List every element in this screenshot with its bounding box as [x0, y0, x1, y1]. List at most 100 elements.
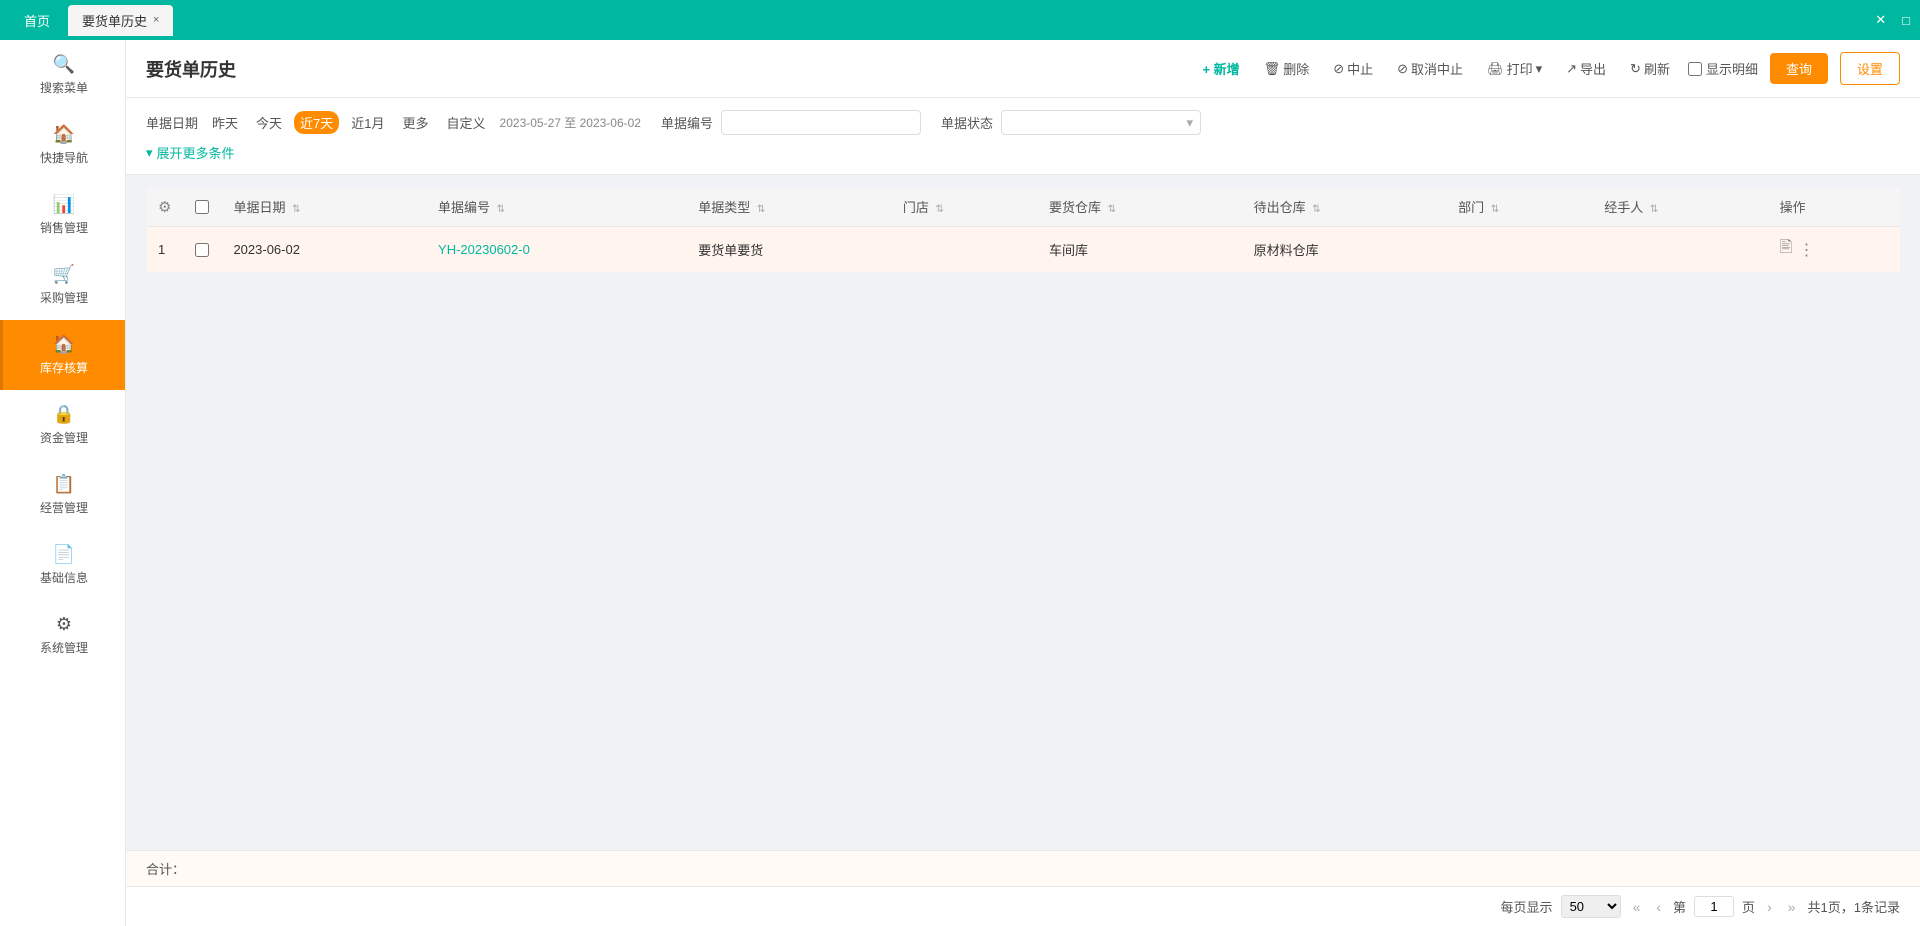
- export-button[interactable]: ↗ 导出: [1560, 55, 1612, 82]
- page-number-input[interactable]: [1694, 896, 1734, 917]
- filter-row: 单据日期 昨天 今天 近7天 近1月 更多 自定义 2023-05-27 至 2…: [146, 110, 1900, 135]
- table-head: ⚙ 单据日期 ⇅ 单据编号 ⇅: [146, 187, 1900, 227]
- prev-page-btn[interactable]: ‹: [1652, 897, 1665, 917]
- refresh-button-label: 刷新: [1644, 59, 1670, 78]
- sort-docno-icon[interactable]: ⇅: [497, 204, 505, 215]
- window-close-icon[interactable]: ✕: [1875, 12, 1886, 28]
- th-settings: ⚙: [146, 187, 183, 227]
- purchase-icon: 🛒: [53, 264, 75, 285]
- sort-store-icon[interactable]: ⇅: [935, 204, 943, 215]
- delete-button-label: 删除: [1283, 59, 1309, 78]
- settings-button[interactable]: 设置: [1840, 52, 1900, 85]
- stop-icon: ⊘: [1333, 61, 1344, 77]
- window-maximize-icon[interactable]: □: [1902, 13, 1910, 28]
- print-button[interactable]: 🖨 打印 ▾: [1481, 55, 1548, 82]
- row-date: 2023-06-02: [221, 227, 426, 273]
- tab-requisition-label: 要货单历史: [82, 11, 147, 30]
- new-button-label: + 新增: [1202, 59, 1239, 78]
- row-edit-icon[interactable]: 🖹: [1780, 236, 1793, 263]
- top-bar-right: ✕ □: [1875, 12, 1910, 28]
- delete-button[interactable]: 🗑 删除: [1258, 55, 1316, 82]
- row-checkbox[interactable]: [195, 243, 209, 257]
- date-opt-7days[interactable]: 近7天: [294, 111, 339, 134]
- row-store: [891, 227, 1037, 273]
- th-store: 门店 ⇅: [891, 187, 1037, 227]
- query-button[interactable]: 查询: [1770, 53, 1828, 84]
- cancel-stop-button[interactable]: ⊘ 取消中止: [1391, 55, 1469, 82]
- tab-home[interactable]: 首页: [10, 5, 64, 36]
- row-handler: [1592, 227, 1767, 273]
- th-doctype: 单据类型 ⇅: [686, 187, 891, 227]
- table-body: 1 2023-06-02 YH-20230602-0 要货单要货 车间库: [146, 227, 1900, 273]
- pagination-bar: 每页显示 50 100 200 « ‹ 第 页 › » 共1页，1条记录: [126, 886, 1920, 926]
- sidebar-item-system[interactable]: ⚙ 系统管理: [0, 600, 125, 670]
- refresh-button[interactable]: ↻ 刷新: [1624, 55, 1676, 82]
- basic-info-icon: 📄: [53, 544, 75, 565]
- sidebar-item-operation[interactable]: 📋 经营管理: [0, 460, 125, 530]
- new-button[interactable]: + 新增: [1196, 55, 1245, 82]
- sidebar-item-basic-info[interactable]: 📄 基础信息: [0, 530, 125, 600]
- page-label: 第: [1673, 897, 1686, 916]
- column-settings-icon[interactable]: ⚙: [158, 199, 171, 216]
- row-department: [1446, 227, 1592, 273]
- sort-dept-icon[interactable]: ⇅: [1491, 204, 1499, 215]
- row-more-icon[interactable]: ⋮: [1799, 240, 1815, 260]
- page-header: 要货单历史 + 新增 🗑 删除 ⊘ 中止 ⊘ 取消中止 🖨: [126, 40, 1920, 98]
- row-checkbox-cell: [183, 227, 221, 273]
- th-req-warehouse: 要货仓库 ⇅: [1037, 187, 1242, 227]
- sidebar-item-sales[interactable]: 📊 销售管理: [0, 180, 125, 250]
- tab-close-icon[interactable]: ×: [153, 14, 159, 26]
- docno-input[interactable]: [721, 110, 921, 135]
- display-detail-checkbox[interactable]: [1688, 62, 1702, 76]
- date-filter-group: 单据日期 昨天 今天 近7天 近1月 更多 自定义 2023-05-27 至 2…: [146, 111, 641, 134]
- sort-outwh-icon[interactable]: ⇅: [1312, 204, 1320, 215]
- tab-requisition-history[interactable]: 要货单历史 ×: [68, 5, 173, 36]
- th-department: 部门 ⇅: [1446, 187, 1592, 227]
- th-out-warehouse: 待出仓库 ⇅: [1242, 187, 1447, 227]
- search-menu-icon: 🔍: [53, 54, 75, 75]
- date-opt-custom[interactable]: 自定义: [441, 111, 492, 134]
- total-label: 合计：: [146, 862, 185, 877]
- quick-nav-icon: 🏠: [53, 124, 75, 145]
- table-footer: 合计：: [126, 850, 1920, 886]
- total-info: 共1页，1条记录: [1808, 897, 1900, 916]
- print-icon: 🖨: [1487, 61, 1504, 77]
- sidebar-item-finance[interactable]: 🔒 资金管理: [0, 390, 125, 460]
- sidebar-item-search[interactable]: 🔍 搜索菜单: [0, 40, 125, 110]
- sidebar-item-quick-nav[interactable]: 🏠 快捷导航: [0, 110, 125, 180]
- first-page-btn[interactable]: «: [1629, 897, 1645, 917]
- sidebar-item-system-label: 系统管理: [40, 639, 88, 656]
- docno-filter-label: 单据编号: [661, 113, 713, 132]
- status-select[interactable]: [1001, 110, 1201, 135]
- page-size-select[interactable]: 50 100 200: [1561, 895, 1621, 918]
- sort-doctype-icon[interactable]: ⇅: [757, 204, 765, 215]
- sort-date-icon[interactable]: ⇅: [292, 204, 300, 215]
- status-filter-label: 单据状态: [941, 113, 993, 132]
- date-opt-1month[interactable]: 近1月: [345, 111, 390, 134]
- stop-button[interactable]: ⊘ 中止: [1327, 55, 1379, 82]
- last-page-btn[interactable]: »: [1784, 897, 1800, 917]
- sort-handler-icon[interactable]: ⇅: [1650, 204, 1658, 215]
- row-docno-link[interactable]: YH-20230602-0: [438, 242, 530, 257]
- th-actions: 操作: [1768, 187, 1900, 227]
- row-out-warehouse: 原材料仓库: [1242, 227, 1447, 273]
- th-handler: 经手人 ⇅: [1592, 187, 1767, 227]
- inventory-icon: 🏠: [53, 334, 75, 355]
- date-opt-yesterday[interactable]: 昨天: [206, 111, 244, 134]
- sidebar-item-search-label: 搜索菜单: [40, 79, 88, 96]
- export-icon: ↗: [1566, 61, 1577, 77]
- display-detail-toggle[interactable]: 显示明细: [1688, 59, 1758, 78]
- next-page-btn[interactable]: ›: [1763, 897, 1776, 917]
- content-area: 要货单历史 + 新增 🗑 删除 ⊘ 中止 ⊘ 取消中止 🖨: [126, 40, 1920, 926]
- expand-conditions-btn[interactable]: ▾ 展开更多条件: [146, 143, 1900, 162]
- row-docno: YH-20230602-0: [426, 227, 686, 273]
- date-opt-today[interactable]: 今天: [250, 111, 288, 134]
- sidebar-item-inventory[interactable]: 🏠 库存核算: [0, 320, 125, 390]
- sidebar-item-purchase[interactable]: 🛒 采购管理: [0, 250, 125, 320]
- cancel-stop-icon: ⊘: [1397, 61, 1408, 77]
- date-opt-more[interactable]: 更多: [397, 111, 435, 134]
- sort-reqwh-icon[interactable]: ⇅: [1108, 204, 1116, 215]
- page-unit-label: 页: [1742, 897, 1755, 916]
- select-all-checkbox[interactable]: [195, 200, 209, 214]
- sidebar-item-purchase-label: 采购管理: [40, 289, 88, 306]
